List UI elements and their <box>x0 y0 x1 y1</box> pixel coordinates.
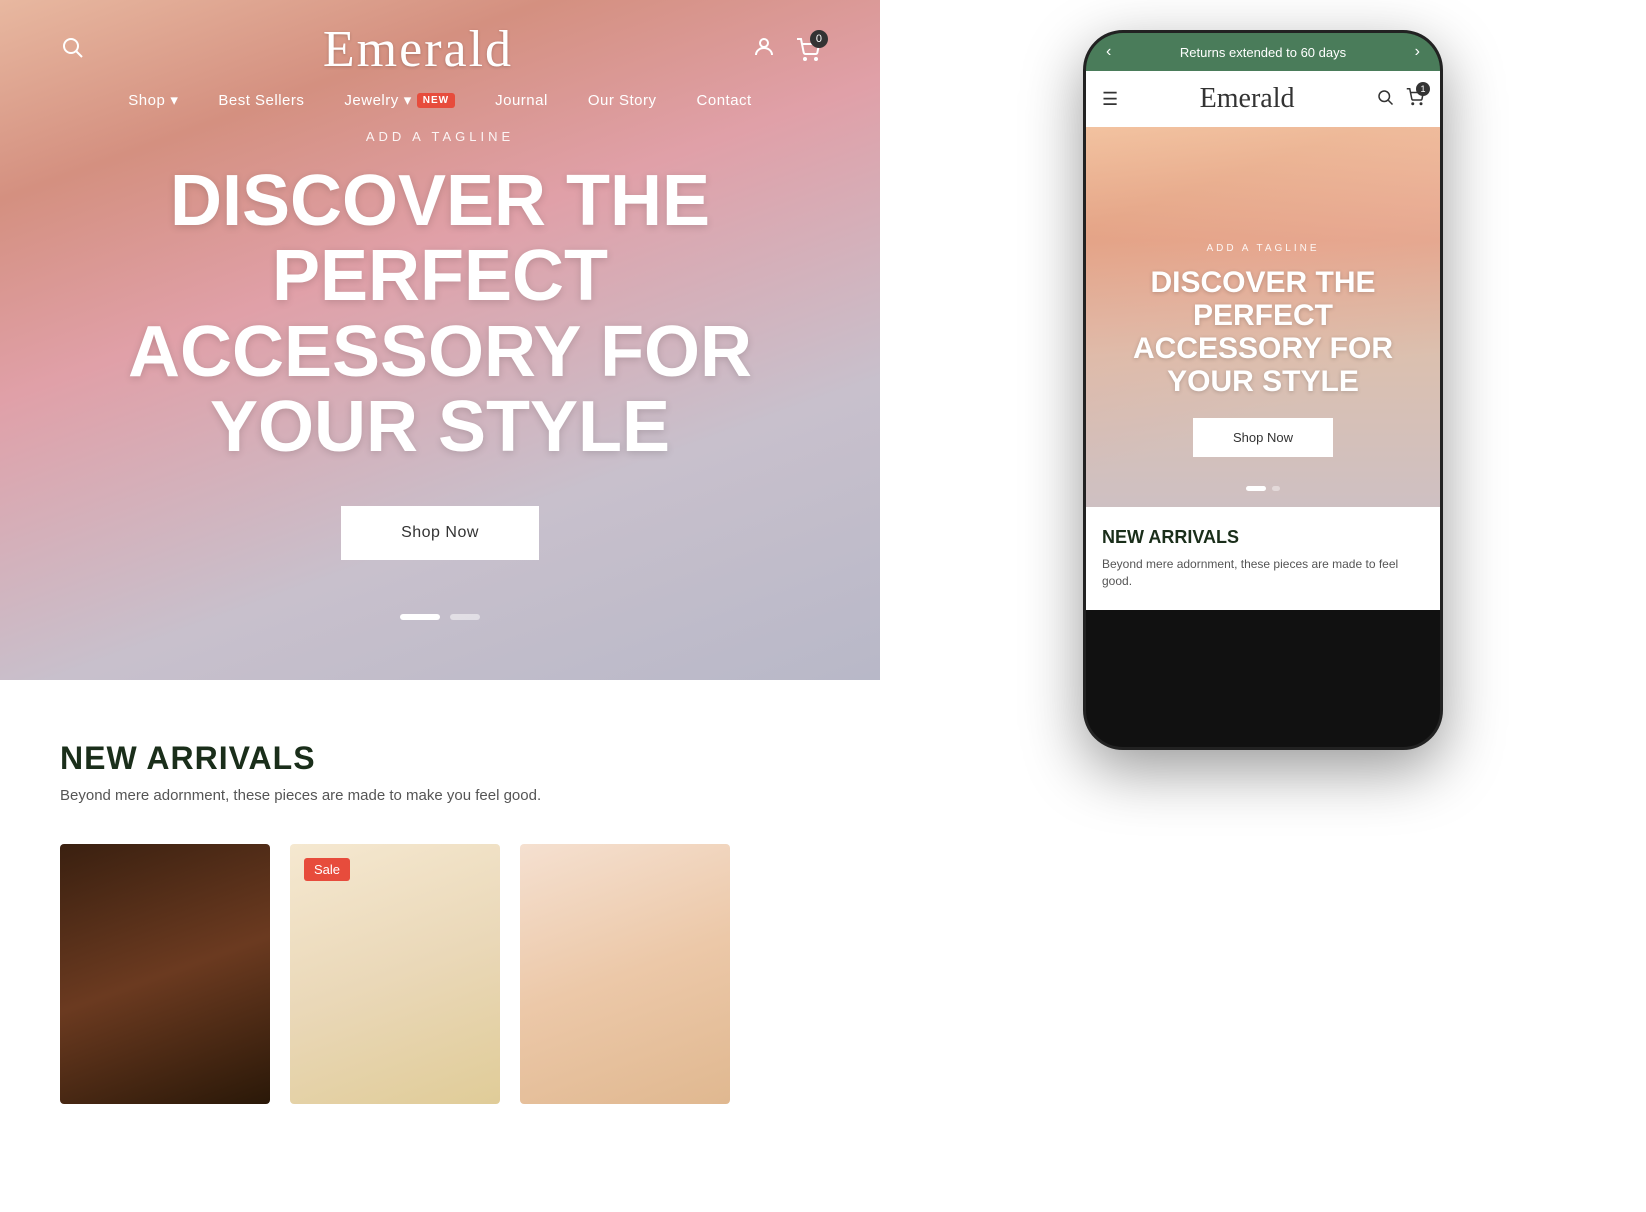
hamburger-icon[interactable]: ☰ <box>1102 89 1118 110</box>
phone-announcement-bar: ‹ Returns extended to 60 days › <box>1086 33 1440 71</box>
hero-section: Emerald <box>0 0 880 680</box>
phone-new-arrivals: NEW ARRIVALS Beyond mere adornment, thes… <box>1086 507 1440 610</box>
phone-header: ☰ Emerald <box>1086 71 1440 127</box>
product-card[interactable] <box>60 844 270 1104</box>
nav-item-jewelry[interactable]: Jewelry ▾ NEW <box>344 91 455 109</box>
hero-content: ADD A TAGLINE DISCOVER THE PERFECT ACCES… <box>40 129 840 560</box>
hero-cta-button[interactable]: Shop Now <box>341 506 539 560</box>
phone-dot-2[interactable] <box>1272 486 1280 491</box>
nav-item-best-sellers[interactable]: Best Sellers <box>218 92 304 109</box>
product-grid: Sale <box>60 844 820 1104</box>
announcement-text: Returns extended to 60 days <box>1111 45 1414 60</box>
nav-item-journal[interactable]: Journal <box>495 92 548 109</box>
hero-title: DISCOVER THE PERFECT ACCESSORY FOR YOUR … <box>40 164 840 466</box>
phone-new-arrivals-subtitle: Beyond mere adornment, these pieces are … <box>1102 556 1424 590</box>
header-top: Emerald <box>60 20 820 79</box>
phone-hero-title: DISCOVER THE PERFECT ACCESSORY FOR YOUR … <box>1103 266 1423 398</box>
phone-hero-dots <box>1246 486 1280 491</box>
new-arrivals-section: NEW ARRIVALS Beyond mere adornment, thes… <box>0 680 880 1104</box>
sale-badge: Sale <box>304 858 350 881</box>
phone-cart-wrapper[interactable]: 1 <box>1406 88 1424 111</box>
phone-hero: ADD A TAGLINE DISCOVER THE PERFECT ACCES… <box>1086 127 1440 507</box>
cart-badge: 0 <box>810 30 828 48</box>
header-right-icons: 0 <box>752 35 820 65</box>
announcement-next-arrow[interactable]: › <box>1415 43 1420 61</box>
nav-item-contact[interactable]: Contact <box>697 92 752 109</box>
hero-dots <box>400 614 480 620</box>
product-card[interactable]: Sale <box>290 844 500 1104</box>
new-badge: NEW <box>417 93 455 108</box>
cart-icon-wrapper[interactable]: 0 <box>796 38 820 62</box>
site-header: Emerald <box>0 0 880 129</box>
nav-item-our-story[interactable]: Our Story <box>588 92 657 109</box>
site-logo[interactable]: Emerald <box>323 20 513 79</box>
search-icon[interactable] <box>60 35 84 65</box>
phone-hero-tagline: ADD A TAGLINE <box>1103 243 1423 254</box>
account-icon[interactable] <box>752 35 776 65</box>
phone-new-arrivals-title: NEW ARRIVALS <box>1102 527 1424 548</box>
chevron-down-icon: ▾ <box>170 91 178 109</box>
phone-header-icons: 1 <box>1376 88 1424 111</box>
phone-logo[interactable]: Emerald <box>1200 83 1295 115</box>
phone-hero-content: ADD A TAGLINE DISCOVER THE PERFECT ACCES… <box>1103 243 1423 457</box>
phone-mockup-panel: ‹ Returns extended to 60 days › ☰ Emeral… <box>880 0 1646 1212</box>
phone-cart-badge: 1 <box>1416 82 1430 96</box>
chevron-down-icon: ▾ <box>404 91 412 109</box>
hero-dot-1[interactable] <box>400 614 440 620</box>
hero-dot-2[interactable] <box>450 614 480 620</box>
nav-item-shop[interactable]: Shop ▾ <box>128 91 178 109</box>
phone-mockup: ‹ Returns extended to 60 days › ☰ Emeral… <box>1083 30 1443 750</box>
product-card[interactable] <box>520 844 730 1104</box>
phone-search-icon[interactable] <box>1376 88 1394 111</box>
phone-hero-cta-button[interactable]: Shop Now <box>1193 418 1333 457</box>
phone-dot-1[interactable] <box>1246 486 1266 491</box>
main-nav: Shop ▾ Best Sellers Jewelry ▾ NEW Jour <box>128 91 751 109</box>
new-arrivals-subtitle: Beyond mere adornment, these pieces are … <box>60 787 820 804</box>
hero-tagline: ADD A TAGLINE <box>40 129 840 144</box>
new-arrivals-title: NEW ARRIVALS <box>60 740 820 777</box>
